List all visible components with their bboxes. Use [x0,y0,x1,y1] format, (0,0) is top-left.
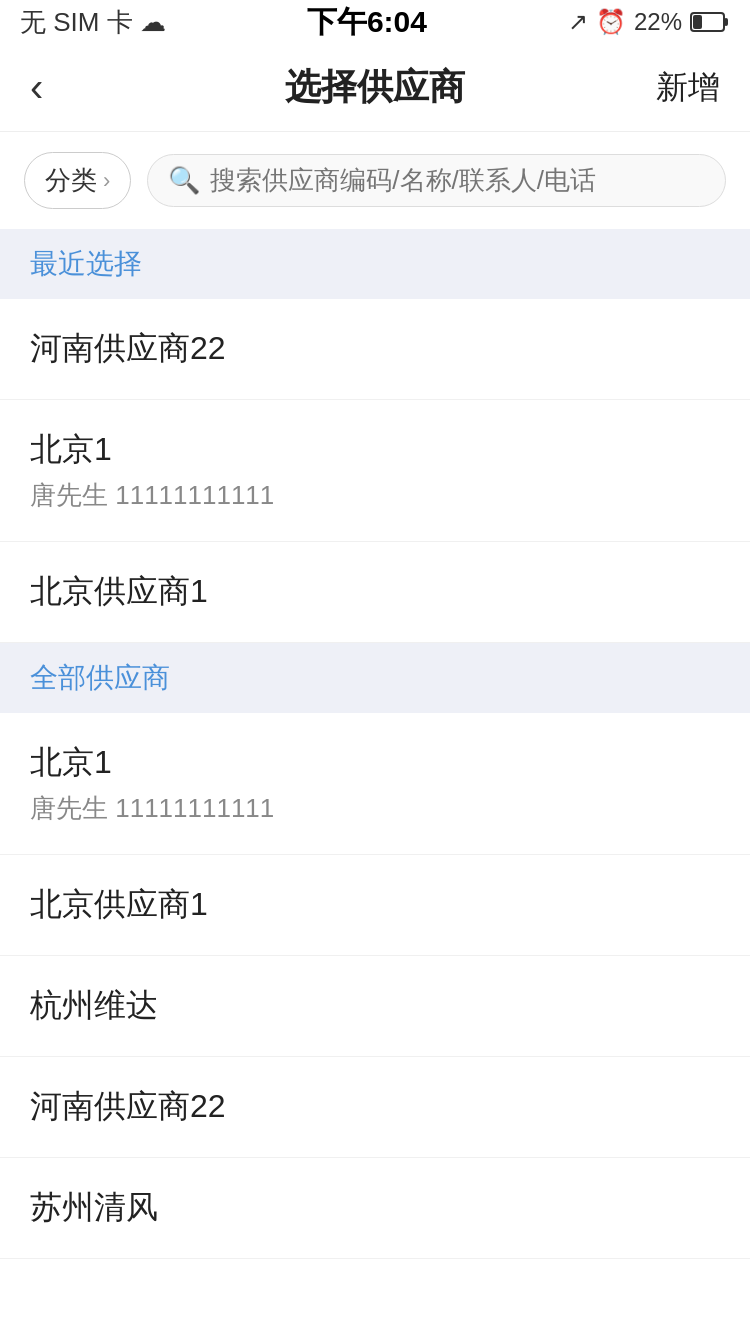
recent-section-header: 最近选择 [0,229,750,299]
status-right: ↗ ⏰ 22% [568,8,730,36]
category-filter[interactable]: 分类 › [24,152,131,209]
status-left: 无 SIM 卡 ☁ [20,5,166,40]
nav-bar: ‹ 选择供应商 新增 [0,44,750,132]
list-item[interactable]: 北京供应商1 [0,855,750,956]
list-item[interactable]: 杭州维达 [0,956,750,1057]
recent-list: 河南供应商22 北京1 唐先生 11111111111 北京供应商1 [0,299,750,643]
category-label: 分类 [45,163,97,198]
item-name: 河南供应商22 [30,1085,720,1129]
list-item[interactable]: 北京供应商1 [0,542,750,643]
all-section-label: 全部供应商 [30,662,170,693]
battery-icon [690,11,730,33]
add-button[interactable]: 新增 [640,66,720,110]
item-contact: 唐先生 11111111111 [30,791,720,826]
item-contact: 唐先生 11111111111 [30,478,720,513]
svg-rect-1 [724,18,728,26]
battery-text: 22% [634,8,682,36]
status-bar: 无 SIM 卡 ☁ 下午6:04 ↗ ⏰ 22% [0,0,750,44]
filter-bar: 分类 › 🔍 [0,132,750,229]
list-item[interactable]: 河南供应商22 [0,1057,750,1158]
item-name: 苏州清风 [30,1186,720,1230]
item-name: 北京供应商1 [30,570,720,614]
page-title: 选择供应商 [110,63,640,112]
item-name: 北京1 [30,428,720,472]
location-icon: ↗ [568,8,588,36]
item-name: 北京供应商1 [30,883,720,927]
svg-rect-2 [693,15,702,29]
chevron-right-icon: › [103,168,110,194]
item-name: 河南供应商22 [30,327,720,371]
back-button[interactable]: ‹ [30,65,110,110]
search-input[interactable] [210,165,705,196]
all-section-header: 全部供应商 [0,643,750,713]
list-item[interactable]: 北京1 唐先生 11111111111 [0,713,750,855]
no-sim-text: 无 SIM 卡 ☁ [20,5,166,40]
status-time: 下午6:04 [307,2,427,43]
alarm-icon: ⏰ [596,8,626,36]
list-item[interactable]: 北京1 唐先生 11111111111 [0,400,750,542]
item-name: 杭州维达 [30,984,720,1028]
item-name: 北京1 [30,741,720,785]
list-item[interactable]: 苏州清风 [0,1158,750,1259]
search-icon: 🔍 [168,165,200,196]
all-list: 北京1 唐先生 11111111111 北京供应商1 杭州维达河南供应商22 苏州清风 [0,713,750,1259]
recent-section-label: 最近选择 [30,248,142,279]
list-item[interactable]: 河南供应商22 [0,299,750,400]
search-box[interactable]: 🔍 [147,154,726,207]
